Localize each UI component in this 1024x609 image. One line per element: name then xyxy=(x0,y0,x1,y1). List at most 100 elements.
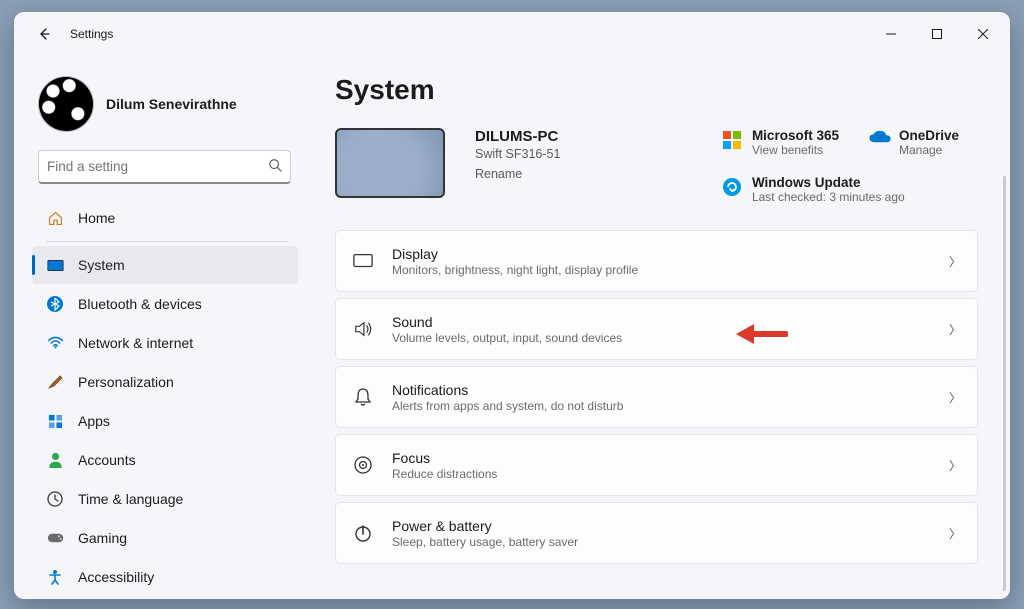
bluetooth-icon xyxy=(46,295,64,313)
link-onedrive[interactable]: OneDrive Manage xyxy=(869,128,986,157)
nav-gaming[interactable]: Gaming xyxy=(32,519,298,557)
link-title: Windows Update xyxy=(752,175,905,190)
clock-icon xyxy=(46,490,64,508)
chevron-right-icon: 〉 xyxy=(949,321,961,338)
rename-link[interactable]: Rename xyxy=(475,167,560,181)
titlebar: Settings xyxy=(14,12,1010,56)
nav-label: Accessibility xyxy=(78,569,154,585)
minimize-button[interactable] xyxy=(868,18,914,50)
nav-time[interactable]: Time & language xyxy=(32,480,298,518)
sidebar: Dilum Senevirathne Home xyxy=(14,56,309,599)
nav-accounts[interactable]: Accounts xyxy=(32,441,298,479)
back-button[interactable] xyxy=(26,16,62,52)
system-icon xyxy=(46,256,64,274)
nav-label: Bluetooth & devices xyxy=(78,296,202,312)
focus-icon xyxy=(352,454,374,476)
nav-label: Network & internet xyxy=(78,335,193,351)
user-profile[interactable]: Dilum Senevirathne xyxy=(32,68,305,150)
link-sub: Last checked: 3 minutes ago xyxy=(752,190,905,204)
search-wrap xyxy=(32,150,305,184)
card-sub: Volume levels, output, input, sound devi… xyxy=(392,331,931,345)
search-input[interactable] xyxy=(47,159,268,174)
link-sub: View benefits xyxy=(752,143,839,157)
pc-model: Swift SF316-51 xyxy=(475,147,560,161)
link-microsoft-365[interactable]: Microsoft 365 View benefits xyxy=(722,128,839,157)
sound-icon xyxy=(352,318,374,340)
nav-accessibility[interactable]: Accessibility xyxy=(32,558,298,596)
card-sound[interactable]: Sound Volume levels, output, input, soun… xyxy=(335,298,978,360)
nav-label: Time & language xyxy=(78,491,183,507)
card-power[interactable]: Power & battery Sleep, battery usage, ba… xyxy=(335,502,978,564)
power-icon xyxy=(352,522,374,544)
link-title: OneDrive xyxy=(899,128,959,143)
chevron-right-icon: 〉 xyxy=(949,457,961,474)
nav-apps[interactable]: Apps xyxy=(32,402,298,440)
window-title: Settings xyxy=(70,27,113,41)
nav-label: Home xyxy=(78,210,115,226)
chevron-right-icon: 〉 xyxy=(949,525,961,542)
chevron-right-icon: 〉 xyxy=(949,253,961,270)
nav-divider xyxy=(46,241,288,242)
bell-icon xyxy=(352,386,374,408)
nav: Home System Bluetooth & devices Network … xyxy=(32,198,305,599)
search-box[interactable] xyxy=(38,150,291,184)
minimize-icon xyxy=(886,29,896,39)
page-title: System xyxy=(335,74,986,106)
card-title: Notifications xyxy=(392,382,931,398)
nav-label: Apps xyxy=(78,413,110,429)
avatar xyxy=(38,76,94,132)
gamepad-icon xyxy=(46,529,64,547)
arrow-left-icon xyxy=(36,26,52,42)
card-title: Display xyxy=(392,246,931,262)
windows-update-icon xyxy=(722,177,742,197)
settings-cards: Display Monitors, brightness, night ligh… xyxy=(335,230,986,564)
maximize-icon xyxy=(932,29,942,39)
display-icon xyxy=(352,250,374,272)
card-sub: Alerts from apps and system, do not dist… xyxy=(392,399,931,413)
nav-network[interactable]: Network & internet xyxy=(32,324,298,362)
link-windows-update[interactable]: Windows Update Last checked: 3 minutes a… xyxy=(722,175,986,204)
apps-icon xyxy=(46,412,64,430)
card-sub: Reduce distractions xyxy=(392,467,931,481)
system-info-row: DILUMS-PC Swift SF316-51 Rename Microsof… xyxy=(335,128,986,204)
nav-system[interactable]: System xyxy=(32,246,298,284)
body: Dilum Senevirathne Home xyxy=(14,56,1010,599)
home-icon xyxy=(46,209,64,227)
user-name: Dilum Senevirathne xyxy=(106,96,237,112)
pc-info: DILUMS-PC Swift SF316-51 Rename xyxy=(475,128,560,181)
nav-personalization[interactable]: Personalization xyxy=(32,363,298,401)
nav-label: Personalization xyxy=(78,374,174,390)
nav-label: Gaming xyxy=(78,530,127,546)
nav-label: System xyxy=(78,257,125,273)
card-sub: Sleep, battery usage, battery saver xyxy=(392,535,931,549)
nav-label: Accounts xyxy=(78,452,136,468)
onedrive-icon xyxy=(869,130,889,150)
card-sub: Monitors, brightness, night light, displ… xyxy=(392,263,931,277)
search-icon xyxy=(268,158,282,175)
settings-window: Settings Dilum Senevirathne xyxy=(14,12,1010,599)
link-title: Microsoft 365 xyxy=(752,128,839,143)
scrollbar[interactable] xyxy=(1003,176,1006,591)
close-icon xyxy=(978,29,988,39)
card-title: Sound xyxy=(392,314,931,330)
person-icon xyxy=(46,451,64,469)
close-button[interactable] xyxy=(960,18,1006,50)
nav-bluetooth[interactable]: Bluetooth & devices xyxy=(32,285,298,323)
nav-home[interactable]: Home xyxy=(32,199,298,237)
card-title: Focus xyxy=(392,450,931,466)
maximize-button[interactable] xyxy=(914,18,960,50)
card-notifications[interactable]: Notifications Alerts from apps and syste… xyxy=(335,366,978,428)
wifi-icon xyxy=(46,334,64,352)
pc-thumbnail[interactable] xyxy=(335,128,445,198)
window-controls xyxy=(868,18,1006,50)
accessibility-icon xyxy=(46,568,64,586)
brush-icon xyxy=(46,373,64,391)
pc-name: DILUMS-PC xyxy=(475,128,560,145)
quick-links: Microsoft 365 View benefits OneDrive Man… xyxy=(722,128,986,204)
card-focus[interactable]: Focus Reduce distractions 〉 xyxy=(335,434,978,496)
microsoft-365-icon xyxy=(722,130,742,150)
card-display[interactable]: Display Monitors, brightness, night ligh… xyxy=(335,230,978,292)
card-title: Power & battery xyxy=(392,518,931,534)
chevron-right-icon: 〉 xyxy=(949,389,961,406)
main-content: System DILUMS-PC Swift SF316-51 Rename M… xyxy=(309,56,1010,599)
